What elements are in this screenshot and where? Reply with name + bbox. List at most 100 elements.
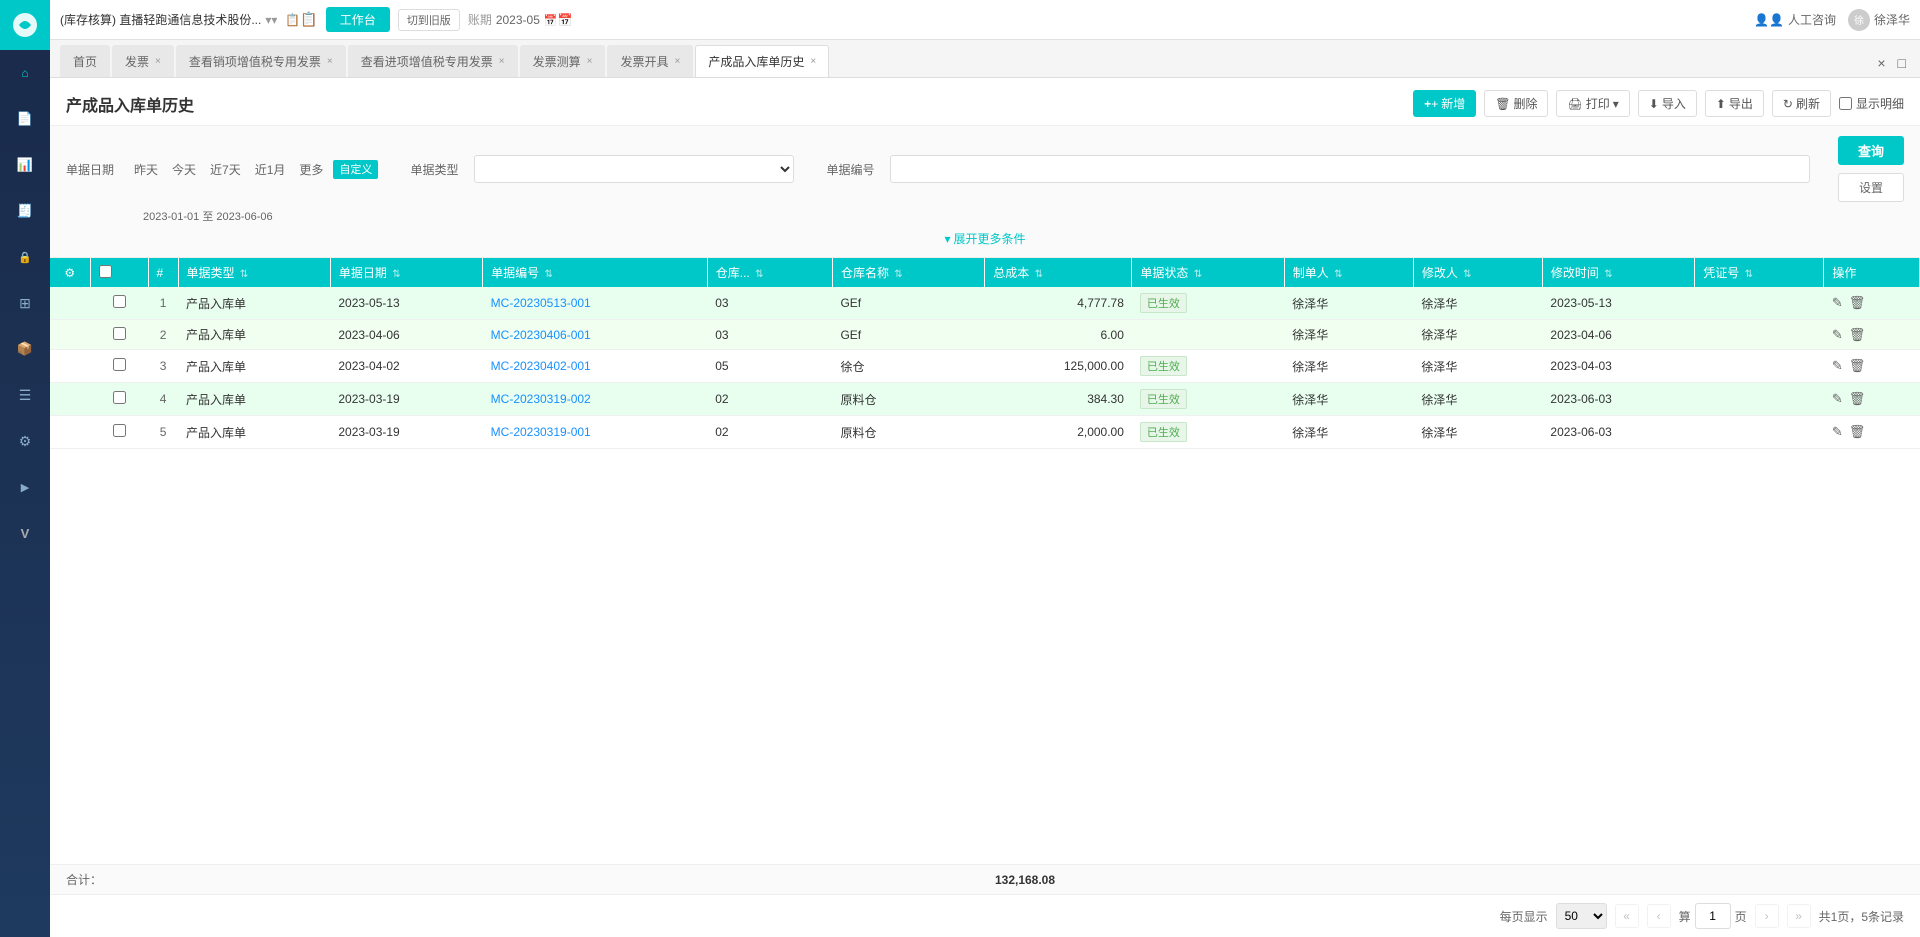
workbench-button[interactable]: 工作台 (326, 7, 390, 32)
delete-row-icon[interactable]: 🗑 (1849, 327, 1866, 343)
edit-row-icon[interactable]: ✎ (1832, 295, 1843, 311)
sidebar-item-box[interactable] (0, 326, 50, 372)
delete-row-icon[interactable]: 🗑 (1849, 424, 1866, 440)
close-calc-tab-icon[interactable]: × (587, 56, 593, 67)
date-today[interactable]: 今天 (168, 160, 200, 179)
actions-cell: ✎ 🗑 (1824, 320, 1920, 350)
tab-issue[interactable]: 发票开具 × (607, 45, 693, 77)
row-checkbox[interactable] (113, 424, 126, 437)
tab-home[interactable]: 首页 (60, 45, 110, 77)
sidebar-item-home[interactable] (0, 50, 50, 96)
number-link[interactable]: MC-20230406-001 (491, 328, 591, 342)
sidebar-item-chart[interactable] (0, 142, 50, 188)
switch-version-button[interactable]: 切到旧版 (398, 9, 460, 31)
sidebar-item-list[interactable] (0, 372, 50, 418)
support-button[interactable]: 👤 人工咨询 (1754, 11, 1836, 28)
date-yesterday[interactable]: 昨天 (130, 160, 162, 179)
last-page-button[interactable]: » (1787, 904, 1811, 928)
user-profile[interactable]: 徐 徐泽华 (1848, 9, 1910, 31)
tab-stock-history[interactable]: 产成品入库单历史 × (695, 45, 829, 77)
calendar-icon[interactable]: 📅 (544, 13, 573, 27)
delete-row-icon[interactable]: 🗑 (1849, 391, 1866, 407)
expand-more-button[interactable]: ▾ 展开更多条件 (944, 230, 1025, 247)
edit-row-icon[interactable]: ✎ (1832, 424, 1843, 440)
edit-row-icon[interactable]: ✎ (1832, 327, 1843, 343)
close-all-tabs-button[interactable]: × (1873, 53, 1889, 73)
per-page-select[interactable]: 50 20 100 (1556, 903, 1607, 929)
show-detail-checkbox[interactable] (1839, 97, 1852, 110)
doc-icon[interactable]: 📋 (285, 11, 317, 28)
sidebar-item-table[interactable] (0, 280, 50, 326)
prev-page-button[interactable]: ‹ (1647, 904, 1671, 928)
setting-button[interactable]: 设置 (1838, 173, 1904, 202)
delete-button[interactable]: 🗑 删除 (1484, 90, 1548, 117)
delete-row-icon[interactable]: 🗑 (1849, 358, 1866, 374)
close-stock-history-tab-icon[interactable]: × (810, 56, 816, 67)
row-checkbox[interactable] (113, 295, 126, 308)
number-link[interactable]: MC-20230319-001 (491, 425, 591, 439)
show-detail-checkbox-label[interactable]: 显示明细 (1839, 95, 1904, 112)
date-column-header[interactable]: 单据日期 ⇅ (330, 258, 482, 287)
date-custom-tag[interactable]: 自定义 (333, 160, 378, 179)
sidebar-item-invoice[interactable] (0, 188, 50, 234)
edit-row-icon[interactable]: ✎ (1832, 391, 1843, 407)
modifier-column-header[interactable]: 修改人 ⇅ (1413, 258, 1542, 287)
number-link[interactable]: MC-20230319-002 (491, 392, 591, 406)
sidebar-item-gear[interactable] (0, 418, 50, 464)
app-logo[interactable] (0, 0, 50, 50)
sidebar-item-v[interactable] (0, 510, 50, 556)
type-filter-select[interactable] (474, 155, 794, 183)
period-display: 账期 2023-05 📅 (468, 11, 573, 28)
maximize-button[interactable]: □ (1894, 53, 1910, 73)
tab-calc[interactable]: 发票测算 × (520, 45, 606, 77)
import-button[interactable]: ⬇ 导入 (1638, 90, 1697, 117)
query-button[interactable]: 查询 (1838, 136, 1904, 165)
company-selector[interactable]: (库存核算) 直播轻跑通信息技术股份... ▾ (60, 11, 277, 28)
sidebar-item-play[interactable] (0, 464, 50, 510)
export-button[interactable]: ⬆ 导出 (1705, 90, 1764, 117)
tab-invoice[interactable]: 发票 × (112, 45, 174, 77)
type-column-header[interactable]: 单据类型 ⇅ (178, 258, 330, 287)
number-filter-input[interactable] (890, 155, 1810, 183)
refresh-button[interactable]: ↻ 刷新 (1772, 90, 1831, 117)
date-7days[interactable]: 近7天 (206, 160, 245, 179)
date-1month[interactable]: 近1月 (251, 160, 290, 179)
row-num-cell: 5 (148, 416, 178, 449)
edit-row-icon[interactable]: ✎ (1832, 358, 1843, 374)
close-issue-tab-icon[interactable]: × (674, 56, 680, 67)
sidebar-item-doc[interactable] (0, 96, 50, 142)
date-more[interactable]: 更多 (295, 160, 327, 179)
print-button[interactable]: 🖨 打印 ▾ (1556, 90, 1629, 117)
number-link[interactable]: MC-20230402-001 (491, 359, 591, 373)
voucher-column-header[interactable]: 凭证号 ⇅ (1695, 258, 1824, 287)
avatar: 徐 (1848, 9, 1870, 31)
settings-column-header[interactable]: ⚙ (50, 258, 90, 287)
sidebar-item-lock[interactable] (0, 234, 50, 280)
modify-time-column-header[interactable]: 修改时间 ⇅ (1542, 258, 1694, 287)
cost-column-header[interactable]: 总成本 ⇅ (985, 258, 1132, 287)
wh-name-column-header[interactable]: 仓库名称 ⇅ (832, 258, 984, 287)
type-sort-icon: ⇅ (240, 269, 248, 280)
number-link[interactable]: MC-20230513-001 (491, 296, 591, 310)
first-page-button[interactable]: « (1615, 904, 1639, 928)
tab-sales-vat[interactable]: 查看销项增值税专用发票 × (176, 45, 346, 77)
page-header: 产成品入库单历史 + 新增 🗑 删除 🖨 打印 ▾ ⬇ 导入 (50, 78, 1920, 126)
status-column-header[interactable]: 单据状态 ⇅ (1132, 258, 1284, 287)
support-label: 人工咨询 (1788, 11, 1836, 28)
row-checkbox[interactable] (113, 358, 126, 371)
page-number-input[interactable] (1695, 903, 1731, 929)
close-purchase-vat-tab-icon[interactable]: × (499, 56, 505, 67)
wh-code-column-header[interactable]: 仓库... ⇅ (707, 258, 832, 287)
row-checkbox[interactable] (113, 327, 126, 340)
tab-stock-history-label: 产成品入库单历史 (708, 53, 804, 70)
row-checkbox[interactable] (113, 391, 126, 404)
number-column-header[interactable]: 单据编号 ⇅ (483, 258, 708, 287)
select-all-checkbox[interactable] (99, 265, 112, 278)
tab-purchase-vat[interactable]: 查看进项增值税专用发票 × (348, 45, 518, 77)
close-sales-vat-tab-icon[interactable]: × (327, 56, 333, 67)
next-page-button[interactable]: › (1755, 904, 1779, 928)
creator-column-header[interactable]: 制单人 ⇅ (1284, 258, 1413, 287)
close-invoice-tab-icon[interactable]: × (155, 56, 161, 67)
new-button[interactable]: + 新增 (1413, 90, 1476, 117)
delete-row-icon[interactable]: 🗑 (1849, 295, 1866, 311)
